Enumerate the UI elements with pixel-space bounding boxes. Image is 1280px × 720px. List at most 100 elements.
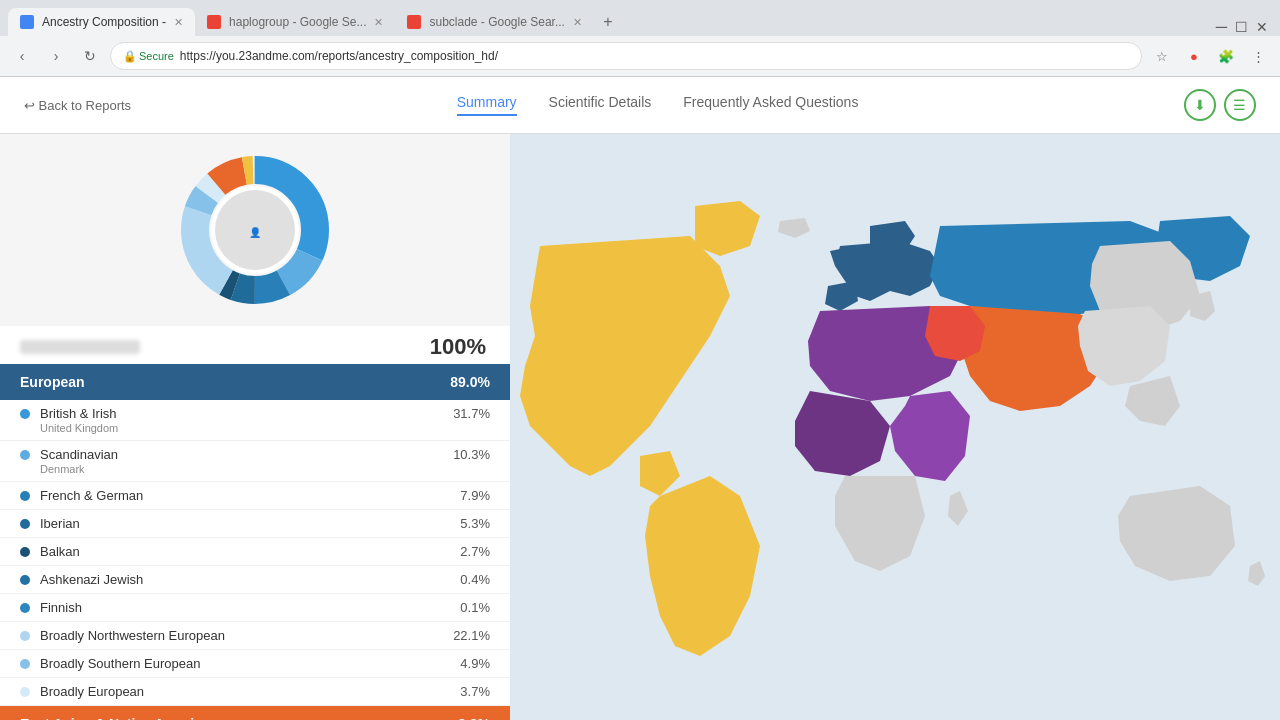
- list-item-scandinavian[interactable]: Scandinavian Denmark 10.3%: [0, 441, 510, 482]
- item-pct-scandinavian: 10.3%: [453, 447, 490, 462]
- iceland: [778, 218, 810, 238]
- tab-label-1: Ancestry Composition -: [42, 15, 166, 29]
- tab-favicon-1: [20, 15, 34, 29]
- greenland: [695, 201, 760, 256]
- ancestry-pie-chart: 👤: [175, 150, 335, 310]
- tab-label-2: haplogroup - Google Se...: [229, 15, 366, 29]
- item-name-french-german: French & German: [40, 488, 460, 503]
- browser-chrome: Ancestry Composition - ✕ haplogroup - Go…: [0, 0, 1280, 77]
- item-pct-ashkenazi: 0.4%: [460, 572, 490, 587]
- profile-area: 100%: [0, 326, 510, 364]
- list-item-broadly-nw[interactable]: Broadly Northwestern European 22.1%: [0, 622, 510, 650]
- list-item-broadly-s[interactable]: Broadly Southern European 4.9%: [0, 650, 510, 678]
- item-pct-french-german: 7.9%: [460, 488, 490, 503]
- tab-close-1[interactable]: ✕: [174, 16, 183, 29]
- item-pct-broadly-eu: 3.7%: [460, 684, 490, 699]
- dot-broadly-s: [20, 659, 30, 669]
- tab-faq[interactable]: Frequently Asked Questions: [683, 94, 858, 116]
- list-item-french-german[interactable]: French & German 7.9%: [0, 482, 510, 510]
- back-to-reports-link[interactable]: ↩ Back to Reports: [24, 98, 131, 113]
- item-name-ashkenazi: Ashkenazi Jewish: [40, 572, 460, 587]
- dot-finnish: [20, 603, 30, 613]
- close-window-button[interactable]: ✕: [1256, 19, 1268, 35]
- total-percentage: 100%: [430, 334, 490, 360]
- list-item-ashkenazi[interactable]: Ashkenazi Jewish 0.4%: [0, 566, 510, 594]
- app-header: ↩ Back to Reports Summary Scientific Det…: [0, 77, 1280, 134]
- tab-scientific[interactable]: Scientific Details: [549, 94, 652, 116]
- nav-tabs: Summary Scientific Details Frequently As…: [457, 94, 859, 116]
- dot-ashkenazi: [20, 575, 30, 585]
- dot-iberian: [20, 519, 30, 529]
- svg-text:👤: 👤: [249, 226, 262, 239]
- new-tab-button[interactable]: +: [594, 8, 622, 36]
- right-panel: [510, 134, 1280, 720]
- list-item-broadly-eu[interactable]: Broadly European 3.7%: [0, 678, 510, 706]
- back-button[interactable]: ‹: [8, 42, 36, 70]
- tab-label-3: subclade - Google Sear...: [429, 15, 564, 29]
- ancestry-list: European 89.0% British & Irish United Ki…: [0, 364, 510, 720]
- list-item-balkan[interactable]: Balkan 2.7%: [0, 538, 510, 566]
- item-name-broadly-eu: Broadly European: [40, 684, 460, 699]
- tab-favicon-3: [407, 15, 421, 29]
- tab-1[interactable]: Ancestry Composition - ✕: [8, 8, 195, 36]
- item-pct-british-irish: 31.7%: [453, 406, 490, 421]
- item-content-british-irish: British & Irish United Kingdom: [40, 406, 453, 434]
- item-pct-broadly-s: 4.9%: [460, 656, 490, 671]
- tab-2[interactable]: haplogroup - Google Se... ✕: [195, 8, 395, 36]
- iberia: [825, 281, 858, 311]
- item-content-iberian: Iberian: [40, 516, 460, 531]
- tab-3[interactable]: subclade - Google Sear... ✕: [395, 8, 593, 36]
- dot-british-irish: [20, 409, 30, 419]
- tab-favicon-2: [207, 15, 221, 29]
- category-east-asian[interactable]: East Asian & Native American 8.3%: [0, 706, 510, 720]
- item-sub-british-irish: United Kingdom: [40, 422, 453, 434]
- profile-name-blurred: [20, 340, 140, 354]
- tab-bar: Ancestry Composition - ✕ haplogroup - Go…: [0, 0, 1280, 36]
- item-name-british-irish: British & Irish: [40, 406, 453, 421]
- southern-africa: [835, 476, 925, 571]
- madagascar: [948, 491, 968, 526]
- category-european-label: European: [20, 374, 85, 390]
- dot-scandinavian: [20, 450, 30, 460]
- item-name-broadly-s: Broadly Southern European: [40, 656, 460, 671]
- chart-area: 👤: [0, 134, 510, 326]
- download-button[interactable]: ⬇: [1184, 89, 1216, 121]
- category-east-asian-pct: 8.3%: [458, 716, 490, 720]
- tab-close-3[interactable]: ✕: [573, 16, 582, 29]
- category-european[interactable]: European 89.0%: [0, 364, 510, 400]
- item-pct-balkan: 2.7%: [460, 544, 490, 559]
- list-item-finnish[interactable]: Finnish 0.1%: [0, 594, 510, 622]
- dot-balkan: [20, 547, 30, 557]
- header-actions: ⬇ ☰: [1184, 89, 1256, 121]
- item-name-balkan: Balkan: [40, 544, 460, 559]
- middle-east: [925, 306, 985, 361]
- list-item-british-irish[interactable]: British & Irish United Kingdom 31.7%: [0, 400, 510, 441]
- maximize-button[interactable]: ☐: [1235, 19, 1248, 35]
- item-content-french-german: French & German: [40, 488, 460, 503]
- tab-summary[interactable]: Summary: [457, 94, 517, 116]
- left-panel: 👤 100% European 89.0% British & Irish Un…: [0, 134, 510, 720]
- item-sub-scandinavian: Denmark: [40, 463, 453, 475]
- east-africa: [890, 391, 970, 481]
- share-button[interactable]: ☰: [1224, 89, 1256, 121]
- item-pct-broadly-nw: 22.1%: [453, 628, 490, 643]
- menu-button[interactable]: ⋮: [1244, 42, 1272, 70]
- refresh-button[interactable]: ↻: [76, 42, 104, 70]
- forward-button[interactable]: ›: [42, 42, 70, 70]
- list-item-iberian[interactable]: Iberian 5.3%: [0, 510, 510, 538]
- new-zealand: [1248, 561, 1265, 586]
- minimize-button[interactable]: ─: [1216, 18, 1227, 36]
- category-european-pct: 89.0%: [450, 374, 490, 390]
- main-content: 👤 100% European 89.0% British & Irish Un…: [0, 134, 1280, 720]
- tab-close-2[interactable]: ✕: [374, 16, 383, 29]
- item-content-broadly-eu: Broadly European: [40, 684, 460, 699]
- extensions-button[interactable]: 🧩: [1212, 42, 1240, 70]
- item-name-finnish: Finnish: [40, 600, 460, 615]
- item-name-broadly-nw: Broadly Northwestern European: [40, 628, 453, 643]
- item-content-broadly-nw: Broadly Northwestern European: [40, 628, 453, 643]
- profile-button[interactable]: ●: [1180, 42, 1208, 70]
- address-bar[interactable]: 🔒 Secure https://you.23andme.com/reports…: [110, 42, 1142, 70]
- world-map: [510, 134, 1280, 720]
- dot-broadly-nw: [20, 631, 30, 641]
- bookmark-button[interactable]: ☆: [1148, 42, 1176, 70]
